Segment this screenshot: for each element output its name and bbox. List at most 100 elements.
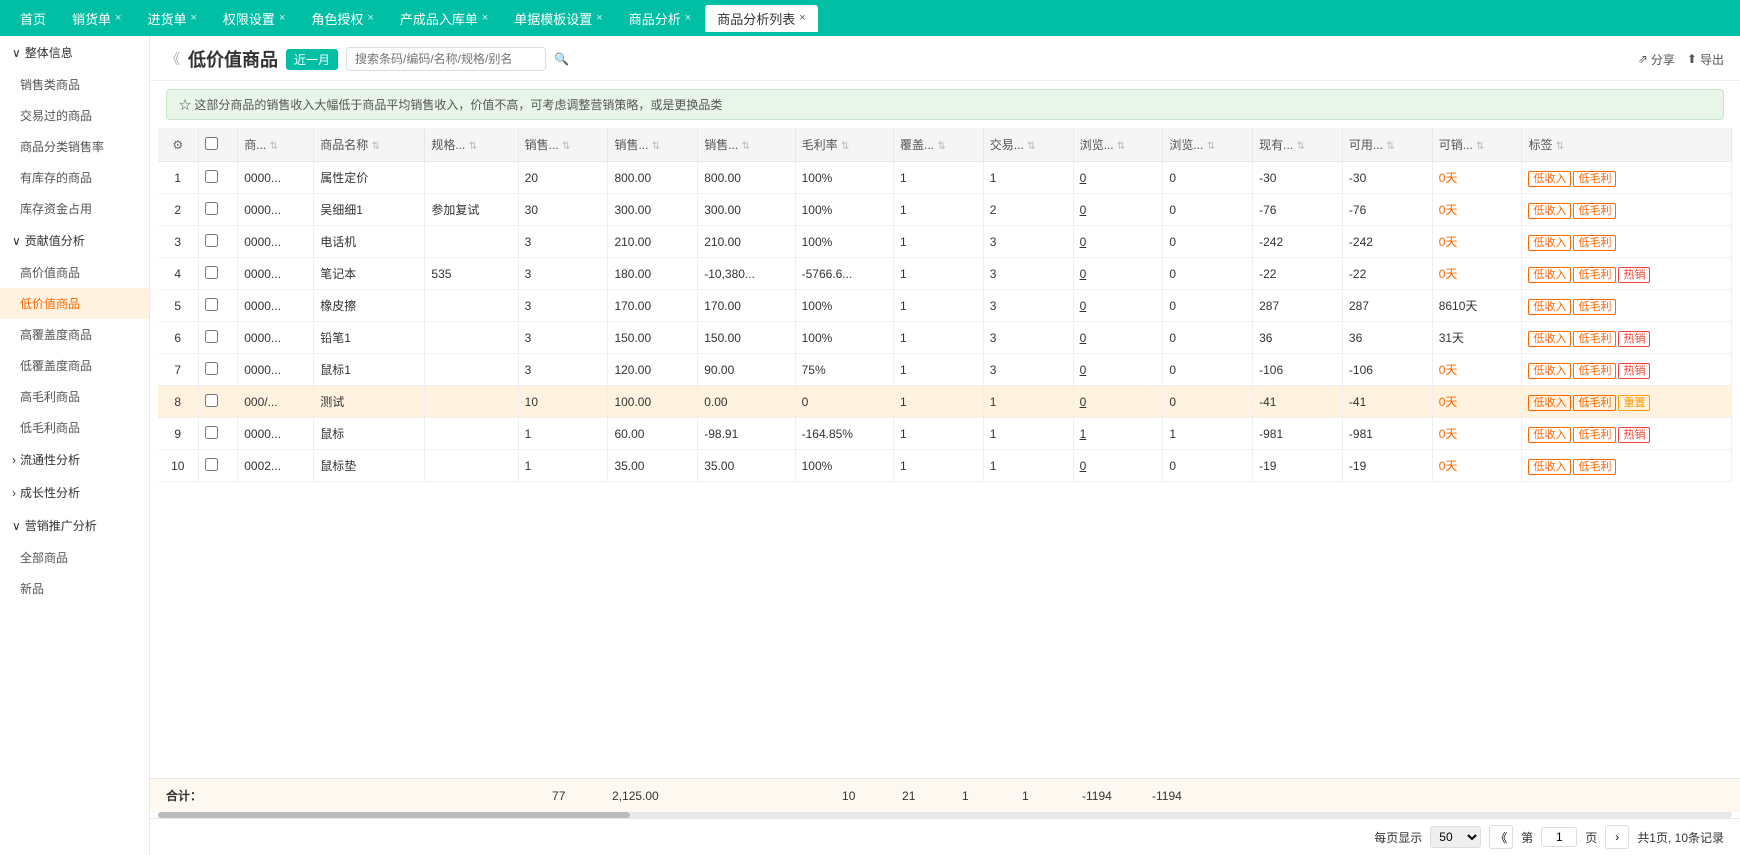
col-checkbox[interactable]: [198, 128, 238, 162]
row-checkbox[interactable]: [205, 170, 218, 183]
next-page-btn[interactable]: ›: [1605, 825, 1629, 849]
sidebar-item-all-goods[interactable]: 全部商品: [0, 542, 149, 573]
sidebar-item-new-goods[interactable]: 新品: [0, 573, 149, 604]
row-checkbox-cell[interactable]: [198, 162, 238, 194]
row-checkbox-cell[interactable]: [198, 354, 238, 386]
col-gear[interactable]: ⚙: [158, 128, 198, 162]
search-icon[interactable]: 🔍: [554, 52, 569, 66]
row-checkbox[interactable]: [205, 234, 218, 247]
col-sales-cost[interactable]: 销售... ⇅: [698, 128, 795, 162]
row-name: 鼠标1: [314, 354, 425, 386]
row-checkbox-cell[interactable]: [198, 226, 238, 258]
sidebar-item-traded-goods[interactable]: 交易过的商品: [0, 100, 149, 131]
row-browse1[interactable]: 0: [1073, 322, 1163, 354]
col-browse2[interactable]: 浏览... ⇅: [1163, 128, 1253, 162]
nav-permission-close[interactable]: ×: [279, 12, 285, 24]
row-checkbox[interactable]: [205, 298, 218, 311]
footer-total: 合计： 77 2,125.00 10 21 1 1 -1194 -1194: [150, 778, 1740, 812]
row-checkbox-cell[interactable]: [198, 258, 238, 290]
row-available: -30: [1342, 162, 1432, 194]
row-checkbox[interactable]: [205, 330, 218, 343]
sidebar-item-stock-fund[interactable]: 库存资金占用: [0, 193, 149, 224]
row-checkbox-cell[interactable]: [198, 290, 238, 322]
row-checkbox[interactable]: [205, 202, 218, 215]
sidebar-item-low-coverage[interactable]: 低覆盖度商品: [0, 350, 149, 381]
sidebar-section-growth[interactable]: › 成长性分析: [0, 476, 149, 509]
share-btn[interactable]: ⇗ 分享: [1638, 51, 1675, 68]
row-checkbox[interactable]: [205, 266, 218, 279]
first-page-btn[interactable]: 《: [1489, 825, 1513, 849]
col-gross-margin[interactable]: 毛利率 ⇅: [795, 128, 893, 162]
current-page-input[interactable]: [1541, 827, 1577, 847]
row-spec: [425, 354, 518, 386]
row-checkbox-cell[interactable]: [198, 418, 238, 450]
col-trade-count[interactable]: 交易... ⇅: [983, 128, 1073, 162]
sidebar-item-high-profit[interactable]: 高毛利商品: [0, 381, 149, 412]
sidebar-item-category-rate[interactable]: 商品分类销售率: [0, 131, 149, 162]
col-available[interactable]: 可用... ⇅: [1342, 128, 1432, 162]
nav-sales[interactable]: 销货单 ×: [60, 5, 133, 32]
nav-template-close[interactable]: ×: [596, 12, 602, 24]
page-size-select[interactable]: 50 100 200: [1430, 826, 1481, 848]
nav-role[interactable]: 角色授权 ×: [299, 5, 385, 32]
row-browse1[interactable]: 0: [1073, 386, 1163, 418]
col-name[interactable]: 商品名称 ⇅: [314, 128, 425, 162]
nav-goods-analysis[interactable]: 商品分析 ×: [617, 5, 703, 32]
col-tags[interactable]: 标签 ⇅: [1522, 128, 1732, 162]
row-checkbox[interactable]: [205, 426, 218, 439]
nav-purchase[interactable]: 进货单 ×: [135, 5, 208, 32]
nav-permission[interactable]: 权限设置 ×: [211, 5, 297, 32]
row-checkbox[interactable]: [205, 394, 218, 407]
col-browse1[interactable]: 浏览... ⇅: [1073, 128, 1163, 162]
nav-role-close[interactable]: ×: [367, 12, 373, 24]
nav-product-in-close[interactable]: ×: [482, 12, 488, 24]
col-current-stock[interactable]: 现有... ⇅: [1253, 128, 1343, 162]
col-coverage[interactable]: 覆盖... ⇅: [894, 128, 984, 162]
row-browse1[interactable]: 0: [1073, 194, 1163, 226]
sidebar-item-high-coverage[interactable]: 高覆盖度商品: [0, 319, 149, 350]
row-browse1[interactable]: 0: [1073, 162, 1163, 194]
row-checkbox-cell[interactable]: [198, 450, 238, 482]
row-browse1[interactable]: 0: [1073, 450, 1163, 482]
col-sellable[interactable]: 可销... ⇅: [1432, 128, 1522, 162]
nav-sales-close[interactable]: ×: [115, 12, 121, 24]
sidebar-item-high-value[interactable]: 高价值商品: [0, 257, 149, 288]
sidebar-section-marketing[interactable]: ∨ 营销推广分析: [0, 509, 149, 542]
nav-goods-analysis-close[interactable]: ×: [685, 12, 691, 24]
sidebar-item-low-profit[interactable]: 低毛利商品: [0, 412, 149, 443]
sidebar-item-sales-goods[interactable]: 销售类商品: [0, 69, 149, 100]
sidebar: ∨ 整体信息 销售类商品 交易过的商品 商品分类销售率 有库存的商品 库存资金占…: [0, 36, 150, 855]
col-sales-qty[interactable]: 销售... ⇅: [518, 128, 608, 162]
gear-icon[interactable]: ⚙: [172, 138, 183, 152]
col-sales-amount[interactable]: 销售... ⇅: [608, 128, 698, 162]
nav-home[interactable]: 首页: [8, 5, 58, 32]
nav-goods-analysis-list-close[interactable]: ×: [799, 12, 805, 24]
sidebar-item-low-value[interactable]: 低价值商品: [0, 288, 149, 319]
row-checkbox[interactable]: [205, 458, 218, 471]
time-tag-btn[interactable]: 近一月: [286, 49, 338, 70]
row-browse1[interactable]: 0: [1073, 226, 1163, 258]
nav-product-in[interactable]: 产成品入库单 ×: [388, 5, 500, 32]
row-browse1[interactable]: 0: [1073, 290, 1163, 322]
col-spec[interactable]: 规格... ⇅: [425, 128, 518, 162]
nav-purchase-close[interactable]: ×: [190, 12, 196, 24]
nav-template[interactable]: 单据模板设置 ×: [502, 5, 614, 32]
row-checkbox-cell[interactable]: [198, 194, 238, 226]
export-btn[interactable]: ⬆ 导出: [1687, 51, 1724, 68]
sidebar-section-circulation[interactable]: › 流通性分析: [0, 443, 149, 476]
sidebar-section-overall[interactable]: ∨ 整体信息: [0, 36, 149, 69]
row-browse1[interactable]: 0: [1073, 354, 1163, 386]
row-browse1[interactable]: 1: [1073, 418, 1163, 450]
col-code[interactable]: 商... ⇅: [238, 128, 314, 162]
select-all-checkbox[interactable]: [205, 137, 218, 150]
collapse-sidebar-btn[interactable]: 《: [166, 49, 180, 69]
row-checkbox-cell[interactable]: [198, 322, 238, 354]
row-browse1[interactable]: 0: [1073, 258, 1163, 290]
row-checkbox-cell[interactable]: [198, 386, 238, 418]
row-checkbox[interactable]: [205, 362, 218, 375]
search-input[interactable]: [346, 47, 546, 71]
nav-goods-analysis-list[interactable]: 商品分析列表 ×: [705, 5, 817, 32]
sidebar-section-contribution[interactable]: ∨ 贡献值分析: [0, 224, 149, 257]
sidebar-item-in-stock[interactable]: 有库存的商品: [0, 162, 149, 193]
row-no: 4: [158, 258, 198, 290]
